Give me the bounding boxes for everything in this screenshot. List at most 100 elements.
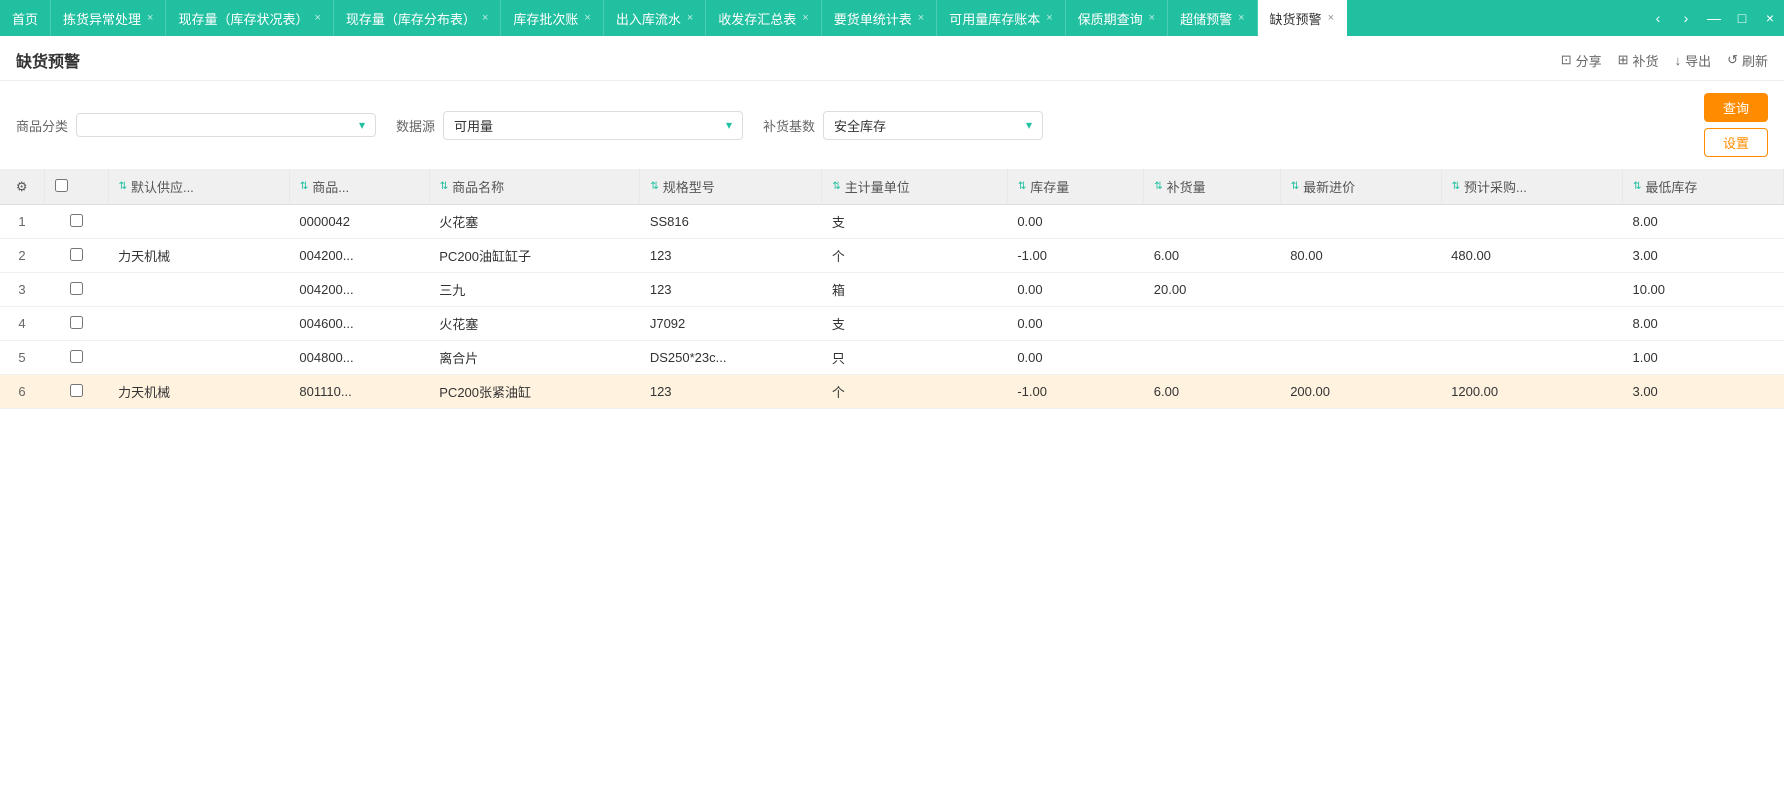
tab-close-shortage[interactable]: × — [1328, 12, 1334, 24]
row-stock: 0.00 — [1007, 273, 1143, 307]
header-actions: ⊡ 分享 ⊞ 补货 ↓ 导出 ↺ 刷新 — [1561, 51, 1768, 70]
table-row: 5 004800... 离合片 DS250*23c... 只 0.00 1.00 — [0, 341, 1784, 375]
datasource-select[interactable]: 可用量 ▾ — [443, 111, 743, 140]
sort-icon-spec[interactable]: ⇅ — [650, 181, 658, 192]
sort-icon-product-name[interactable]: ⇅ — [440, 181, 448, 192]
th-supplier: ⇅ 默认供应... — [108, 169, 289, 205]
row-supplier — [108, 341, 289, 375]
row-unit: 只 — [822, 341, 1007, 375]
row-product-name: 离合片 — [429, 341, 640, 375]
tab-overstock[interactable]: 超储预警 × — [1168, 0, 1257, 36]
tab-pick-error[interactable]: 拣货异常处理 × — [51, 0, 166, 36]
replenish-button[interactable]: ⊞ 补货 — [1618, 51, 1659, 70]
setting-button[interactable]: 设置 — [1704, 128, 1768, 157]
th-latest-price: ⇅ 最新进价 — [1280, 169, 1441, 205]
row-replenish-qty — [1144, 205, 1280, 239]
query-button[interactable]: 查询 — [1704, 93, 1768, 122]
tab-scroll-left[interactable]: ‹ — [1644, 0, 1672, 36]
tab-requisition[interactable]: 要货单统计表 × — [822, 0, 937, 36]
tab-close-summary[interactable]: × — [802, 12, 808, 24]
th-stock: ⇅ 库存量 — [1007, 169, 1143, 205]
tab-close-available[interactable]: × — [1046, 12, 1052, 24]
share-button[interactable]: ⊡ 分享 — [1561, 51, 1602, 70]
tab-close-overstock[interactable]: × — [1238, 12, 1244, 24]
tab-close-batch[interactable]: × — [584, 12, 590, 24]
row-product-code: 004200... — [289, 273, 429, 307]
row-product-name: PC200油缸缸子 — [429, 239, 640, 273]
replenish-base-filter: 补货基数 安全库存 ▾ — [763, 111, 1043, 140]
th-product-code: ⇅ 商品... — [289, 169, 429, 205]
sort-icon-product-code[interactable]: ⇅ — [300, 181, 308, 192]
table-row: 3 004200... 三九 123 箱 0.00 20.00 10.00 — [0, 273, 1784, 307]
th-gear: ⚙ — [0, 169, 44, 205]
category-select[interactable]: ▾ — [76, 113, 376, 137]
sort-icon-latest-price[interactable]: ⇅ — [1291, 181, 1299, 192]
tab-close-pick-error[interactable]: × — [147, 12, 153, 24]
tab-home[interactable]: 首页 — [0, 0, 51, 36]
tab-batch[interactable]: 库存批次账 × — [501, 0, 603, 36]
row-product-name: 三九 — [429, 273, 640, 307]
table-container: ⚙ ⇅ 默认供应... ⇅ 商品... — [0, 169, 1784, 409]
tab-close-stock-dist[interactable]: × — [482, 12, 488, 24]
row-checkbox[interactable] — [70, 214, 83, 227]
export-button[interactable]: ↓ 导出 — [1675, 51, 1712, 70]
datasource-dropdown-icon: ▾ — [726, 118, 732, 132]
window-minimize[interactable]: — — [1700, 0, 1728, 36]
sort-icon-unit[interactable]: ⇅ — [832, 181, 840, 192]
sort-icon-supplier[interactable]: ⇅ — [119, 181, 127, 192]
row-checkbox[interactable] — [70, 282, 83, 295]
tab-close-inout[interactable]: × — [687, 12, 693, 24]
tab-stock-dist[interactable]: 现存量（库存分布表） × — [334, 0, 501, 36]
tab-available[interactable]: 可用量库存账本 × — [937, 0, 1065, 36]
main-content: 缺货预警 ⊡ 分享 ⊞ 补货 ↓ 导出 ↺ 刷新 商品分类 — [0, 36, 1784, 796]
sort-icon-estimated-purchase[interactable]: ⇅ — [1452, 181, 1460, 192]
sort-icon-stock[interactable]: ⇅ — [1018, 181, 1026, 192]
tab-stock-status[interactable]: 现存量（库存状况表） × — [166, 0, 333, 36]
select-all-checkbox[interactable] — [55, 179, 68, 192]
row-unit: 箱 — [822, 273, 1007, 307]
tab-scroll-right[interactable]: › — [1672, 0, 1700, 36]
row-min-stock: 10.00 — [1622, 273, 1783, 307]
action-buttons: 查询 设置 — [1704, 93, 1768, 157]
row-estimated-purchase: 1200.00 — [1441, 375, 1622, 409]
row-estimated-purchase — [1441, 273, 1622, 307]
row-checkbox[interactable] — [70, 248, 83, 261]
row-spec: 123 — [640, 273, 822, 307]
tab-close-requisition[interactable]: × — [918, 12, 924, 24]
tab-shortage[interactable]: 缺货预警 × — [1258, 0, 1347, 36]
row-checkbox-cell — [44, 375, 108, 409]
row-min-stock: 3.00 — [1622, 375, 1783, 409]
row-unit: 支 — [822, 205, 1007, 239]
export-icon: ↓ — [1675, 53, 1682, 68]
tab-close-expiry[interactable]: × — [1149, 12, 1155, 24]
row-stock: 0.00 — [1007, 205, 1143, 239]
replenish-base-value: 安全库存 — [834, 116, 886, 135]
window-maximize[interactable]: □ — [1728, 0, 1756, 36]
row-stock: -1.00 — [1007, 239, 1143, 273]
row-num: 1 — [0, 205, 44, 239]
tab-close-stock-status[interactable]: × — [314, 12, 320, 24]
page-title: 缺货预警 — [16, 48, 1561, 72]
th-min-stock: ⇅ 最低库存 — [1622, 169, 1783, 205]
tab-summary[interactable]: 收发存汇总表 × — [706, 0, 821, 36]
sort-icon-replenish-qty[interactable]: ⇅ — [1154, 181, 1162, 192]
row-checkbox-cell — [44, 307, 108, 341]
row-checkbox[interactable] — [70, 350, 83, 363]
table-row: 4 004600... 火花塞 J7092 支 0.00 8.00 — [0, 307, 1784, 341]
replenish-base-label: 补货基数 — [763, 116, 815, 135]
row-latest-price — [1280, 307, 1441, 341]
row-num: 2 — [0, 239, 44, 273]
row-supplier — [108, 307, 289, 341]
row-checkbox[interactable] — [70, 316, 83, 329]
tab-inout[interactable]: 出入库流水 × — [604, 0, 706, 36]
th-replenish-qty: ⇅ 补货量 — [1144, 169, 1280, 205]
row-latest-price — [1280, 273, 1441, 307]
sort-icon-min-stock[interactable]: ⇅ — [1633, 181, 1641, 192]
row-checkbox[interactable] — [70, 384, 83, 397]
replenish-base-select[interactable]: 安全库存 ▾ — [823, 111, 1043, 140]
tab-expiry[interactable]: 保质期查询 × — [1066, 0, 1168, 36]
gear-icon[interactable]: ⚙ — [16, 179, 28, 194]
window-close[interactable]: × — [1756, 0, 1784, 36]
refresh-button[interactable]: ↺ 刷新 — [1727, 51, 1768, 70]
row-num: 6 — [0, 375, 44, 409]
